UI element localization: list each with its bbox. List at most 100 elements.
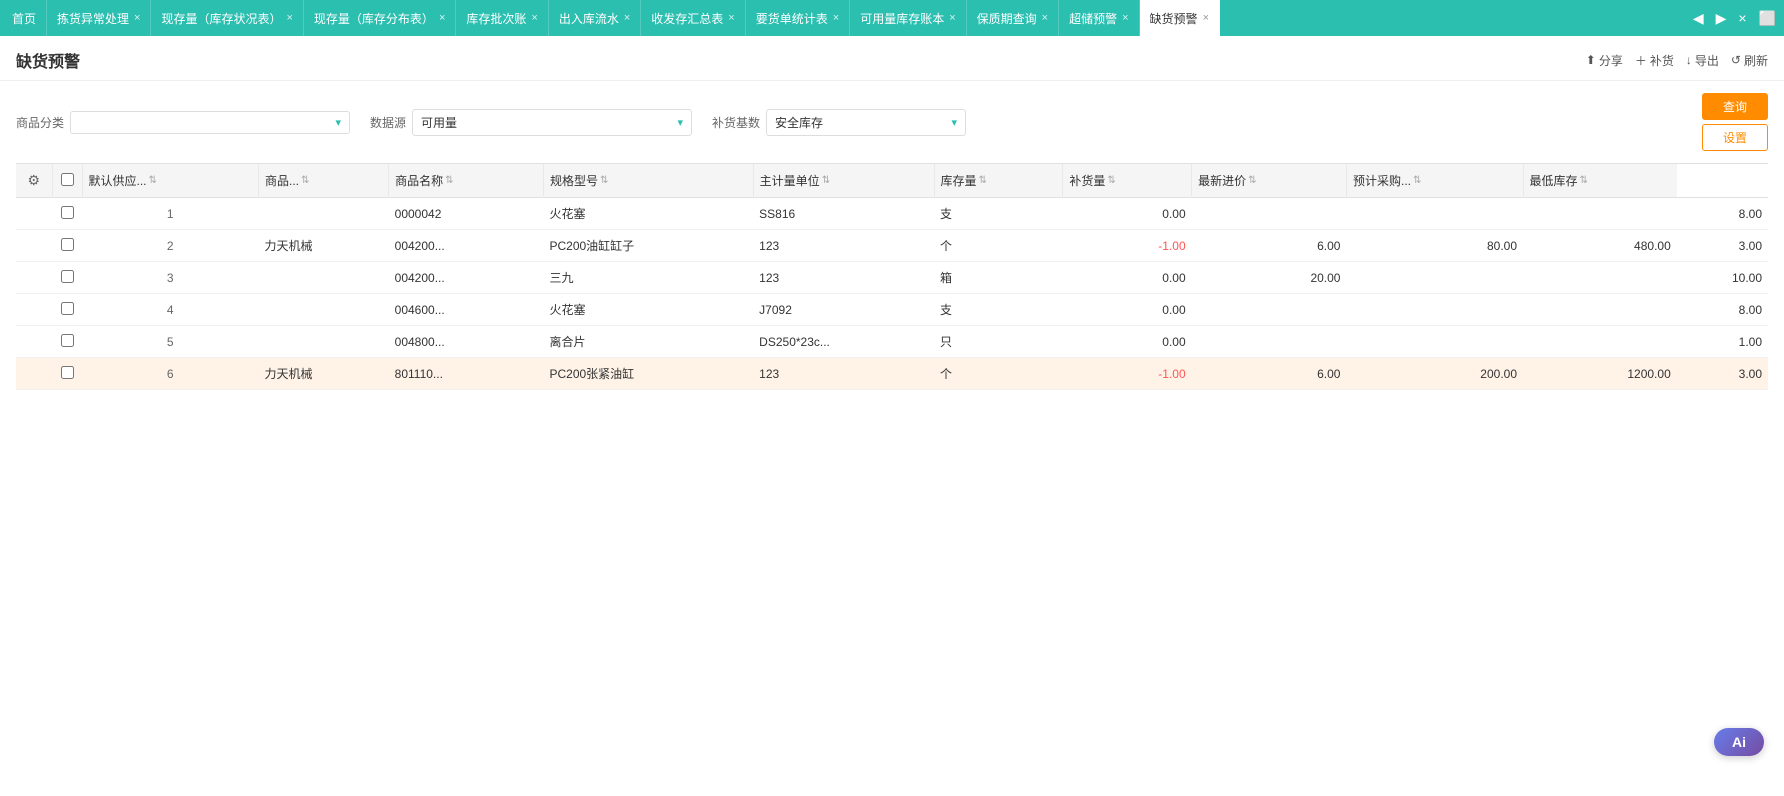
tab-available[interactable]: 可用量库存账本 × [850, 0, 966, 36]
col-supplier-sort[interactable]: 默认供应... ⇅ [89, 172, 253, 189]
select-all-checkbox[interactable] [61, 173, 74, 186]
tab-inventory-dist[interactable]: 现存量（库存分布表） × [304, 0, 456, 36]
row-checkbox-cell [52, 358, 82, 390]
filter-category-group: 商品分类 ▾ [16, 111, 350, 134]
row-number: 1 [82, 198, 259, 230]
table-row: 2力天机械004200...PC200油缸缸子123个-1.006.0080.0… [16, 230, 1768, 262]
table-row: 6力天机械801110...PC200张紧油缸123个-1.006.00200.… [16, 358, 1768, 390]
table-body: 10000042火花塞SS816支0.008.002力天机械004200...P… [16, 198, 1768, 390]
tab-overstock[interactable]: 超储预警 × [1059, 0, 1139, 36]
cell-unit: 个 [934, 230, 1063, 262]
col-stock-sort[interactable]: 库存量 ⇅ [941, 172, 1057, 189]
table-container: ⚙ 默认供应... ⇅ 商品... ⇅ [0, 163, 1784, 390]
datasource-value: 可用量 [421, 114, 457, 131]
stock-sort-icon: ⇅ [979, 175, 987, 186]
category-select[interactable]: ▾ [70, 111, 350, 134]
col-code-sort[interactable]: 商品... ⇅ [265, 172, 382, 189]
replenish-icon: ＋ [1635, 52, 1647, 69]
row-checkbox[interactable] [61, 302, 74, 315]
col-spec-sort[interactable]: 规格型号 ⇅ [550, 172, 747, 189]
ai-badge[interactable]: Ai [1714, 728, 1764, 756]
row-settings-cell [16, 198, 52, 230]
export-action[interactable]: ↓ 导出 [1686, 52, 1719, 69]
share-action[interactable]: ⬆ 分享 [1586, 52, 1623, 69]
cell-spec: J7092 [753, 294, 934, 326]
row-checkbox[interactable] [61, 206, 74, 219]
col-unit: 主计量单位 ⇅ [753, 164, 934, 198]
tab-inventory-status[interactable]: 现存量（库存状况表） × [151, 0, 303, 36]
close-tab-requisition[interactable]: × [833, 12, 839, 24]
cell-replenish [1192, 198, 1347, 230]
tab-batch[interactable]: 库存批次账 × [456, 0, 548, 36]
code-sort-icon: ⇅ [301, 175, 309, 186]
category-label: 商品分类 [16, 114, 64, 131]
row-checkbox[interactable] [61, 366, 74, 379]
replenish-select[interactable]: 安全库存 ▾ [766, 109, 966, 136]
cell-product-code: 004200... [389, 262, 544, 294]
export-icon: ↓ [1686, 53, 1692, 67]
tab-summary[interactable]: 收发存汇总表 × [641, 0, 745, 36]
row-checkbox[interactable] [61, 334, 74, 347]
close-tab-expiry[interactable]: × [1042, 12, 1048, 24]
refresh-action[interactable]: ↺ 刷新 [1731, 52, 1768, 69]
replenish-action[interactable]: ＋ 补货 [1635, 52, 1674, 69]
col-replenish-sort[interactable]: 补货量 ⇅ [1069, 172, 1185, 189]
col-price-sort[interactable]: 最新进价 ⇅ [1198, 172, 1340, 189]
col-stock: 库存量 ⇅ [934, 164, 1063, 198]
col-name-sort[interactable]: 商品名称 ⇅ [395, 172, 537, 189]
cell-default-supplier [259, 294, 389, 326]
tab-picking[interactable]: 拣货异常处理 × [47, 0, 151, 36]
cell-min-stock: 8.00 [1677, 198, 1768, 230]
page-title: 缺货预警 [16, 48, 1586, 72]
close-tab-inventory-status[interactable]: × [286, 12, 292, 24]
row-checkbox[interactable] [61, 270, 74, 283]
table-gear-icon[interactable]: ⚙ [27, 172, 40, 188]
table-row: 5004800...离合片DS250*23c...只0.001.00 [16, 326, 1768, 358]
cell-product-name: 火花塞 [543, 294, 753, 326]
cell-replenish: 6.00 [1192, 358, 1347, 390]
query-button[interactable]: 查询 [1702, 93, 1768, 120]
row-number: 3 [82, 262, 259, 294]
close-tab-overstock[interactable]: × [1122, 12, 1128, 24]
close-tab-inventory-dist[interactable]: × [439, 12, 445, 24]
col-unit-sort[interactable]: 主计量单位 ⇅ [760, 172, 928, 189]
tab-nav-next[interactable]: ▶ [1710, 0, 1733, 36]
cell-unit: 箱 [934, 262, 1063, 294]
tab-flow[interactable]: 出入库流水 × [549, 0, 641, 36]
cell-product-code: 801110... [389, 358, 544, 390]
tab-nav-prev[interactable]: ◀ [1687, 0, 1710, 36]
tab-expiry[interactable]: 保质期查询 × [967, 0, 1059, 36]
tab-action-close-all[interactable]: × [1732, 0, 1752, 36]
close-tab-available[interactable]: × [949, 12, 955, 24]
close-tab-flow[interactable]: × [624, 12, 630, 24]
cell-latest-price [1346, 326, 1523, 358]
unit-sort-icon: ⇅ [822, 175, 830, 186]
tab-requisition[interactable]: 要货单统计表 × [746, 0, 850, 36]
datasource-select[interactable]: 可用量 ▾ [412, 109, 692, 136]
close-tab-summary[interactable]: × [728, 12, 734, 24]
supplier-sort-icon: ⇅ [149, 175, 157, 186]
close-tab-batch[interactable]: × [531, 12, 537, 24]
row-number: 6 [82, 358, 259, 390]
price-sort-icon: ⇅ [1248, 175, 1256, 186]
close-tab-picking[interactable]: × [134, 12, 140, 24]
spec-sort-icon: ⇅ [600, 175, 608, 186]
col-min-sort[interactable]: 最低库存 ⇅ [1530, 172, 1671, 189]
cell-unit: 只 [934, 326, 1063, 358]
tab-home[interactable]: 首页 [2, 0, 47, 36]
tab-action-maximize[interactable]: ⬜ [1753, 0, 1782, 36]
row-checkbox[interactable] [61, 238, 74, 251]
close-tab-shortage[interactable]: × [1203, 12, 1209, 24]
cell-product-code: 004200... [389, 230, 544, 262]
replenish-chevron-icon: ▾ [952, 116, 958, 129]
settings-button[interactable]: 设置 [1702, 124, 1768, 151]
cell-product-name: 离合片 [543, 326, 753, 358]
row-checkbox-cell [52, 294, 82, 326]
cell-product-code: 004800... [389, 326, 544, 358]
row-number: 4 [82, 294, 259, 326]
col-est-sort[interactable]: 预计采购... ⇅ [1353, 172, 1517, 189]
tab-shortage[interactable]: 缺货预警 × [1140, 0, 1220, 36]
cell-est-purchase: 480.00 [1523, 230, 1677, 262]
name-sort-icon: ⇅ [445, 175, 453, 186]
cell-stock: 0.00 [1063, 326, 1192, 358]
